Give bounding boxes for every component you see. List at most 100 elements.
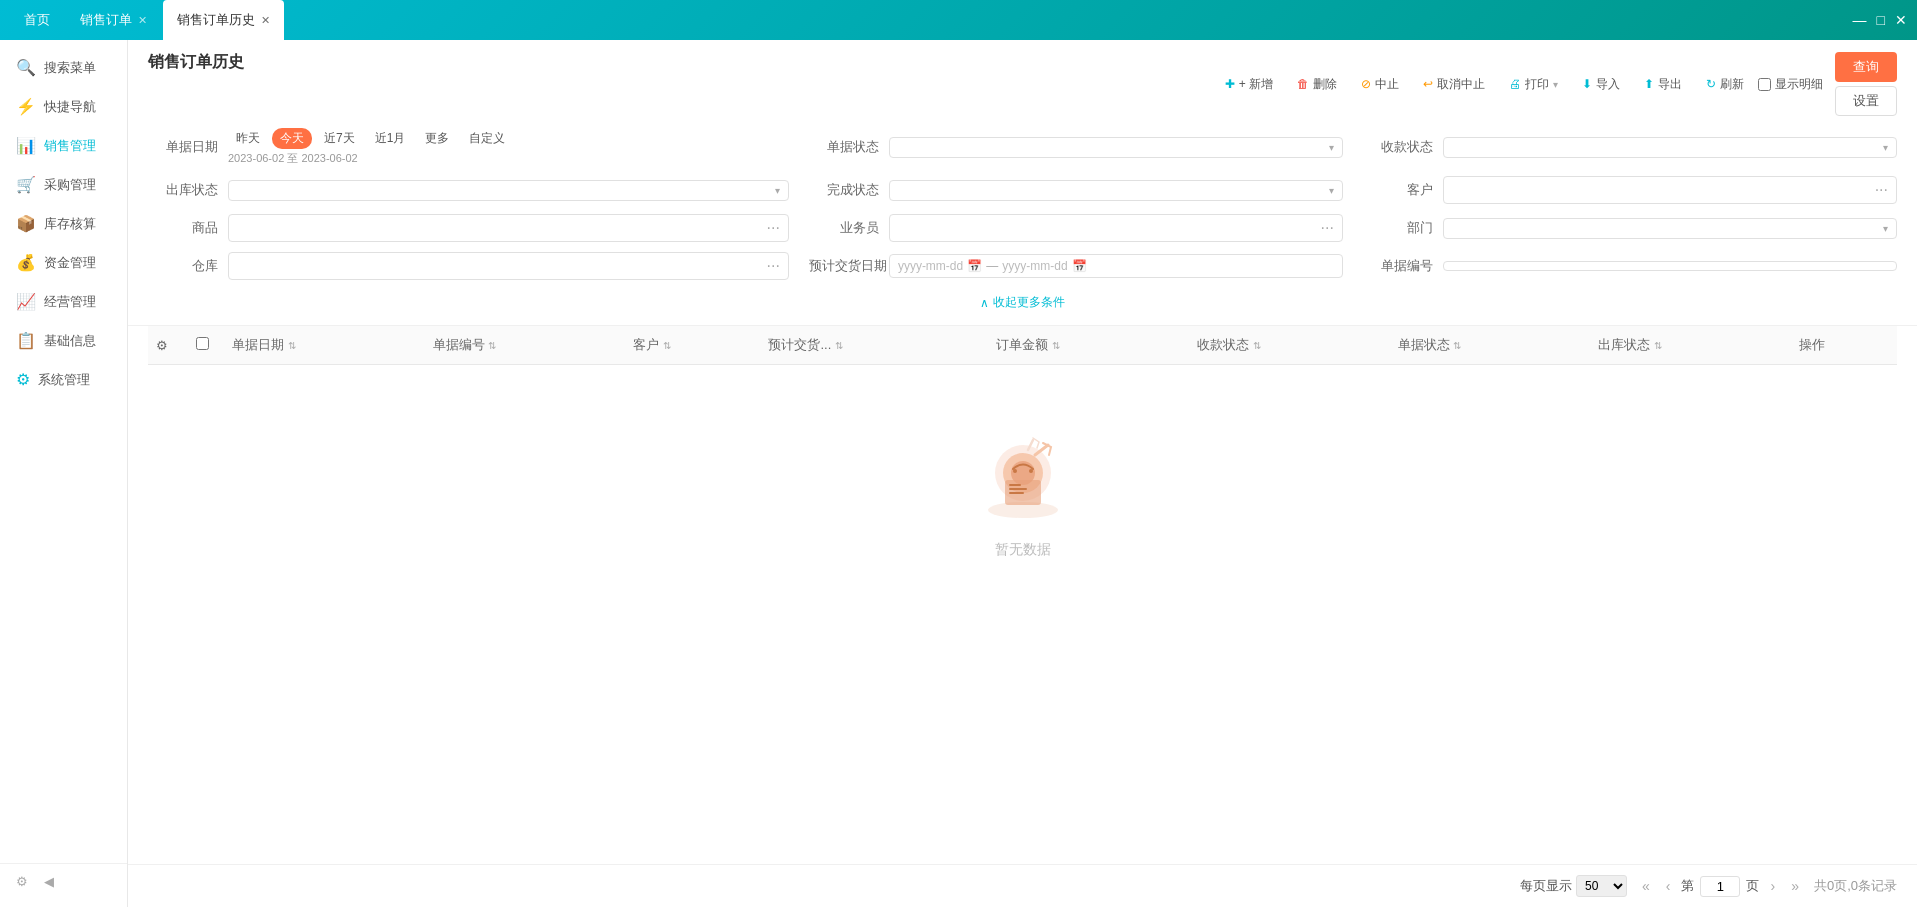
delivery-sort-icon[interactable]: ⇅ [835,340,843,351]
date-btn-custom[interactable]: 自定义 [461,128,513,149]
refresh-button[interactable]: ↻ 刷新 [1696,71,1754,98]
bill-status-control[interactable]: ▾ [889,137,1343,158]
filter-bill-status: 单据状态 ▾ [809,137,1343,158]
filter-row-3: 商品 ··· 业务员 ··· 部门 [148,214,1897,242]
top-bar: 首页 销售订单 ✕ 销售订单历史 ✕ — □ ✕ [0,0,1917,40]
payment-status-label: 收款状态 [1363,138,1443,156]
payment-sort-icon[interactable]: ⇅ [1253,340,1261,351]
payment-status-control[interactable]: ▾ [1443,137,1897,158]
print-dropdown-icon[interactable]: ▾ [1553,79,1558,90]
prev-page-btn[interactable]: ‹ [1661,876,1676,896]
customer-sort-icon[interactable]: ⇅ [663,340,671,351]
tab-home[interactable]: 首页 [10,0,64,40]
th-checkbox[interactable] [188,326,224,365]
tab-home-label: 首页 [24,11,50,29]
sidebar-collapse-icon[interactable]: ◀ [44,874,54,889]
filter-area: 单据日期 昨天 今天 近7天 近1月 更多 自定义 2023-06-02 [128,116,1917,326]
page-nav: « ‹ 第 页 › » [1637,876,1804,897]
customer-control[interactable]: ··· [1443,176,1897,204]
customer-dots: ··· [1875,181,1888,199]
date-label: 单据日期 [148,138,228,156]
show-detail-checkbox[interactable] [1758,78,1771,91]
delivery-date-end: yyyy-mm-dd [1002,259,1067,273]
window-min-btn[interactable]: — [1853,12,1867,28]
svg-point-5 [1029,469,1033,473]
export-button[interactable]: ⬆ 导出 [1634,71,1692,98]
department-control[interactable]: ▾ [1443,218,1897,239]
empty-text: 暂无数据 [995,541,1051,559]
import-button[interactable]: ⬇ 导入 [1572,71,1630,98]
amount-sort-icon[interactable]: ⇅ [1052,340,1060,351]
inventory-calc-icon: 📦 [16,214,36,233]
tab-sales-order-history[interactable]: 销售订单历史 ✕ [163,0,284,40]
th-payment-status: 收款状态 ⇅ [1189,326,1390,365]
number-sort-icon[interactable]: ⇅ [488,340,496,351]
settings-button[interactable]: 设置 [1835,86,1897,116]
outstock-status-control[interactable]: ▾ [228,180,789,201]
sidebar-item-sales-mgmt-label: 销售管理 [44,137,96,155]
window-close-btn[interactable]: ✕ [1895,12,1907,28]
tab-sales-order-history-close[interactable]: ✕ [261,14,270,27]
page-input[interactable] [1700,876,1740,897]
collapse-row[interactable]: ∧ 收起更多条件 [148,290,1897,319]
select-all-checkbox[interactable] [196,337,209,350]
complete-status-arrow: ▾ [1329,185,1334,196]
cancel-stop-icon: ↩ [1423,77,1433,91]
bill-sort-icon[interactable]: ⇅ [1453,340,1461,351]
warehouse-control[interactable]: ··· [228,252,789,280]
date-btn-yesterday[interactable]: 昨天 [228,128,268,149]
sidebar-item-purchase-mgmt[interactable]: 🛒 采购管理 [0,165,127,204]
sidebar-item-quick-nav[interactable]: ⚡ 快捷导航 [0,87,127,126]
filter-row-1: 单据日期 昨天 今天 近7天 近1月 更多 自定义 2023-06-02 [148,128,1897,166]
calendar-start-icon[interactable]: 📅 [967,259,982,273]
cancel-stop-button[interactable]: ↩ 取消中止 [1413,71,1495,98]
filter-outstock-status: 出库状态 ▾ [148,180,789,201]
per-page-select[interactable]: 50 20 100 [1576,875,1627,897]
window-controls: — □ ✕ [1853,12,1907,28]
next-page-btn[interactable]: › [1765,876,1780,896]
page-label: 第 [1681,877,1694,895]
department-arrow: ▾ [1883,223,1888,234]
date-btn-today[interactable]: 今天 [272,128,312,149]
content-area: 销售订单历史 ✚ + 新增 🗑 删除 ⊘ 中止 ↩ 取消中止 [128,40,1917,907]
sidebar-item-purchase-mgmt-label: 采购管理 [44,176,96,194]
date-btn-more[interactable]: 更多 [417,128,457,149]
calendar-end-icon[interactable]: 📅 [1072,259,1087,273]
filter-customer: 客户 ··· [1363,176,1897,204]
date-btn-1month[interactable]: 近1月 [367,128,414,149]
last-page-btn[interactable]: » [1786,876,1804,896]
table-header-row: ⚙ 单据日期 ⇅ 单据编号 ⇅ [148,326,1897,365]
tab-sales-order-close[interactable]: ✕ [138,14,147,27]
sidebar-item-basic-info[interactable]: 📋 基础信息 [0,321,127,360]
complete-status-control[interactable]: ▾ [889,180,1343,201]
sidebar-item-sales-mgmt[interactable]: 📊 销售管理 [0,126,127,165]
window-restore-btn[interactable]: □ [1877,12,1885,28]
bill-number-label: 单据编号 [1363,257,1443,275]
bill-number-control[interactable] [1443,261,1897,271]
empty-illustration [973,425,1073,525]
product-control[interactable]: ··· [228,214,789,242]
sidebar-settings-icon[interactable]: ⚙ [16,874,28,889]
show-detail-check[interactable]: 显示明细 [1758,76,1823,93]
sidebar-item-search-menu[interactable]: 🔍 搜索菜单 [0,48,127,87]
sidebar-item-fund-mgmt[interactable]: 💰 资金管理 [0,243,127,282]
print-button[interactable]: 🖨 打印 ▾ [1499,71,1568,98]
date-sort-icon[interactable]: ⇅ [288,340,296,351]
salesperson-control[interactable]: ··· [889,214,1343,242]
first-page-btn[interactable]: « [1637,876,1655,896]
query-button[interactable]: 查询 [1835,52,1897,82]
th-settings[interactable]: ⚙ [148,326,188,365]
new-button[interactable]: ✚ + 新增 [1215,71,1283,98]
date-btn-7days[interactable]: 近7天 [316,128,363,149]
outstock-sort-icon[interactable]: ⇅ [1654,340,1662,351]
sidebar-item-inventory-calc[interactable]: 📦 库存核算 [0,204,127,243]
tab-sales-order[interactable]: 销售订单 ✕ [66,0,161,40]
settings-gear-icon[interactable]: ⚙ [156,338,168,353]
delete-button[interactable]: 🗑 删除 [1287,71,1347,98]
stop-button[interactable]: ⊘ 中止 [1351,71,1409,98]
sidebar-item-ops-mgmt[interactable]: 📈 经营管理 [0,282,127,321]
bill-status-arrow: ▾ [1329,142,1334,153]
delivery-date-control[interactable]: yyyy-mm-dd 📅 — yyyy-mm-dd 📅 [889,254,1343,278]
sidebar-item-sys-mgmt[interactable]: ⚙ 系统管理 [0,360,127,399]
sidebar: 🔍 搜索菜单 ⚡ 快捷导航 📊 销售管理 🛒 采购管理 📦 库存核算 💰 资金管… [0,40,128,907]
